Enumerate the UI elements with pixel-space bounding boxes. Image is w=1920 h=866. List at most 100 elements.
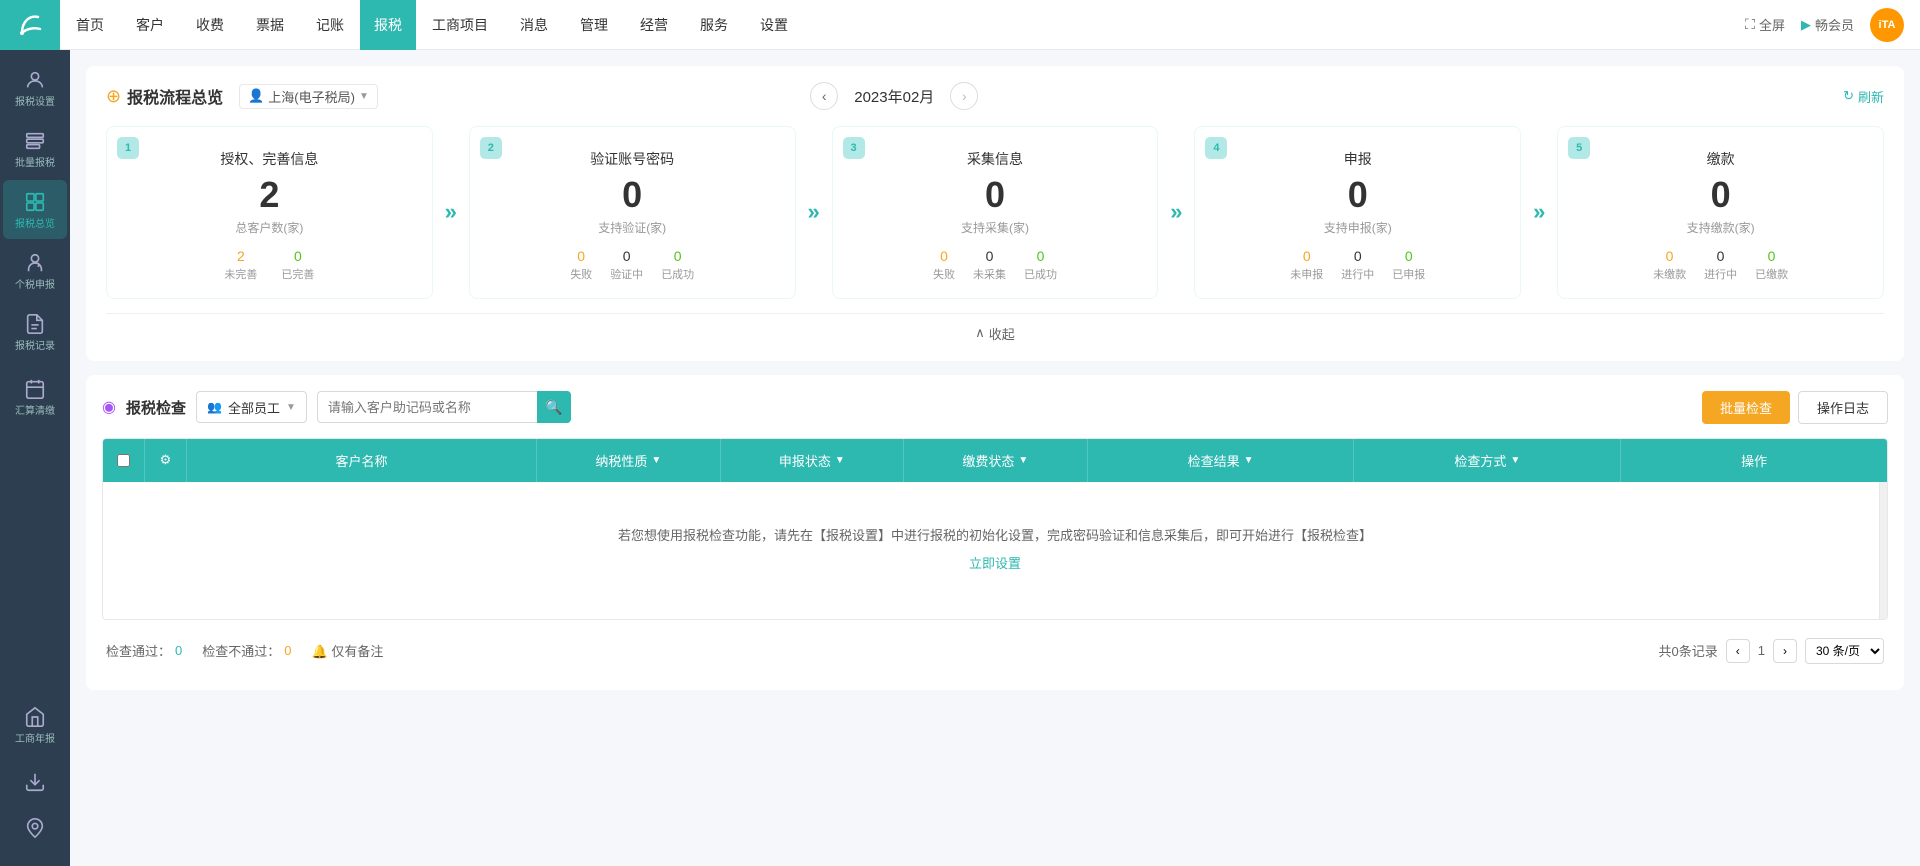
- pass-count-link[interactable]: 0: [175, 643, 182, 658]
- step-arrow-4: »: [1521, 126, 1557, 299]
- sidebar-item-batch-tax[interactable]: 批量报税: [3, 119, 67, 178]
- step-count-5: 0: [1570, 175, 1871, 215]
- overview-panel: ⊕ 报税流程总览 👤 上海(电子税局) ▼ ‹ 2023年02月 › ↻ 刷新: [86, 66, 1904, 361]
- step-card-2: 2 验证账号密码 0 支持验证(家) 0 失败 0 验证中: [469, 126, 796, 299]
- total-records: 共0条记录: [1659, 641, 1718, 660]
- location-tag[interactable]: 👤 上海(电子税局) ▼: [239, 84, 378, 109]
- sidebar-item-annual-tax[interactable]: 汇算清缴: [3, 367, 67, 426]
- table-col-report-status[interactable]: 申报状态 ▼: [721, 439, 905, 482]
- batch-tax-icon: [21, 127, 49, 155]
- personal-tax-icon: [21, 249, 49, 277]
- operation-log-button[interactable]: 操作日志: [1798, 391, 1888, 424]
- sidebar-item-download[interactable]: [3, 760, 67, 804]
- collapse-icon: ∧: [975, 325, 985, 341]
- step-card-1: 1 授权、完善信息 2 总客户数(家) 2 未完善 0 已完善: [106, 126, 433, 299]
- sidebar-item-tax-settings[interactable]: 报税设置: [3, 58, 67, 117]
- stat-fail-3: 0 失败: [933, 248, 955, 282]
- overview-title: 报税流程总览: [127, 84, 223, 108]
- step-stats-5: 0 未缴款 0 进行中 0 已缴款: [1570, 248, 1871, 282]
- setup-link[interactable]: 立即设置: [969, 556, 1021, 571]
- business-annual-icon: [21, 703, 49, 731]
- sidebar-item-location[interactable]: [3, 806, 67, 850]
- nav-item-settings[interactable]: 设置: [744, 0, 804, 50]
- step-title-1: 授权、完善信息: [119, 149, 420, 169]
- collapse-bar[interactable]: ∧ 收起: [106, 313, 1884, 345]
- step-subtitle-4: 支持申报(家): [1207, 219, 1508, 236]
- dropdown-arrow-icon: ▼: [286, 402, 296, 413]
- step-card-5: 5 缴款 0 支持缴款(家) 0 未缴款 0 进行中: [1557, 126, 1884, 299]
- step-subtitle-3: 支持采集(家): [845, 219, 1146, 236]
- sidebar-item-business-annual[interactable]: 工商年报: [3, 695, 67, 754]
- nav-item-home[interactable]: 首页: [60, 0, 120, 50]
- step-number-4: 4: [1205, 137, 1227, 159]
- table-body: 若您想使用报税检查功能，请先在【报税设置】中进行报税的初始化设置，完成密码验证和…: [103, 482, 1887, 619]
- main-layout: 报税设置 批量报税 报税总览 个税申报 报税记录: [0, 50, 1920, 866]
- step-count-1: 2: [119, 175, 420, 215]
- note-label: 🔔 仅有备注: [312, 641, 384, 660]
- table-col-gear[interactable]: ⚙: [145, 439, 187, 482]
- filter-icon-2: ▼: [835, 455, 845, 466]
- prev-month-button[interactable]: ‹: [810, 82, 838, 110]
- play-icon: ▶: [1801, 17, 1811, 33]
- location-icon: [21, 814, 49, 842]
- sidebar-item-tax-record[interactable]: 报税记录: [3, 302, 67, 361]
- logo: [0, 0, 60, 50]
- step-subtitle-1: 总客户数(家): [119, 219, 420, 236]
- fail-count-link[interactable]: 0: [284, 643, 291, 658]
- table-col-checkbox[interactable]: [103, 439, 145, 482]
- step-number-1: 1: [117, 137, 139, 159]
- staff-filter[interactable]: 👥 全部员工 ▼: [196, 391, 307, 423]
- annual-tax-icon: [21, 375, 49, 403]
- nav-item-accounting[interactable]: 记账: [300, 0, 360, 50]
- tax-settings-icon: [21, 66, 49, 94]
- nav-item-operation[interactable]: 经营: [624, 0, 684, 50]
- next-page-button[interactable]: ›: [1773, 639, 1797, 663]
- nav-item-invoice[interactable]: 票据: [240, 0, 300, 50]
- nav-item-tax[interactable]: 报税: [360, 0, 416, 50]
- nav-item-service[interactable]: 服务: [684, 0, 744, 50]
- refresh-button[interactable]: ↻ 刷新: [1843, 87, 1884, 106]
- step-number-3: 3: [843, 137, 865, 159]
- select-all-checkbox[interactable]: [117, 454, 130, 467]
- table-empty-state: 若您想使用报税检查功能，请先在【报税设置】中进行报税的初始化设置，完成密码验证和…: [103, 482, 1887, 619]
- page-size-select[interactable]: 30 条/页: [1805, 638, 1884, 664]
- fail-count: 检查不通过： 0: [202, 641, 291, 660]
- step-card-4: 4 申报 0 支持申报(家) 0 未申报 0 进行中: [1194, 126, 1521, 299]
- check-panel: ◉ 报税检查 👥 全部员工 ▼ 🔍 批量检查 操作日志: [86, 375, 1904, 690]
- stat-complete: 0 已完善: [281, 248, 314, 282]
- nav-item-client[interactable]: 客户: [120, 0, 180, 50]
- nav-item-message[interactable]: 消息: [504, 0, 564, 50]
- table-col-tax-nature[interactable]: 纳税性质 ▼: [537, 439, 721, 482]
- search-input[interactable]: [317, 391, 537, 423]
- stat-paying: 0 进行中: [1704, 248, 1737, 282]
- filter-icon-5: ▼: [1510, 455, 1520, 466]
- nav-right: ⛶ 全屏 ▶ 畅会员 iTA: [1745, 8, 1920, 42]
- scrollbar-track[interactable]: [1879, 482, 1887, 619]
- batch-check-button[interactable]: 批量检查: [1702, 391, 1790, 424]
- sidebar-item-tax-overview[interactable]: 报税总览: [3, 180, 67, 239]
- stat-unreported: 0 未申报: [1290, 248, 1323, 282]
- vip-button[interactable]: ▶ 畅会员: [1801, 15, 1854, 34]
- search-button[interactable]: 🔍: [537, 391, 571, 423]
- pagination: 共0条记录 ‹ 1 › 30 条/页: [1659, 638, 1884, 664]
- step-stats-1: 2 未完善 0 已完善: [119, 248, 420, 282]
- filter-icon-4: ▼: [1244, 455, 1254, 466]
- nav-item-manage[interactable]: 管理: [564, 0, 624, 50]
- nav-item-fee[interactable]: 收费: [180, 0, 240, 50]
- prev-page-button[interactable]: ‹: [1726, 639, 1750, 663]
- table-col-name: 客户名称: [187, 439, 537, 482]
- nav-item-business[interactable]: 工商项目: [416, 0, 504, 50]
- avatar: iTA: [1870, 8, 1904, 42]
- staff-icon: 👥: [207, 400, 222, 414]
- table-col-check-result[interactable]: 检查结果 ▼: [1088, 439, 1355, 482]
- stat-reporting: 0 进行中: [1341, 248, 1374, 282]
- content-area: ⊕ 报税流程总览 👤 上海(电子税局) ▼ ‹ 2023年02月 › ↻ 刷新: [70, 50, 1920, 866]
- stat-incomplete: 2 未完善: [224, 248, 257, 282]
- table-col-check-method[interactable]: 检查方式 ▼: [1354, 439, 1621, 482]
- table-col-pay-status[interactable]: 缴费状态 ▼: [904, 439, 1088, 482]
- sidebar-item-personal-tax[interactable]: 个税申报: [3, 241, 67, 300]
- next-month-button[interactable]: ›: [950, 82, 978, 110]
- tax-overview-icon: [21, 188, 49, 216]
- top-nav: 首页 客户 收费 票据 记账 报税 工商项目 消息 管理 经营 服务 设置 ⛶ …: [0, 0, 1920, 50]
- fullscreen-button[interactable]: ⛶ 全屏: [1745, 15, 1785, 34]
